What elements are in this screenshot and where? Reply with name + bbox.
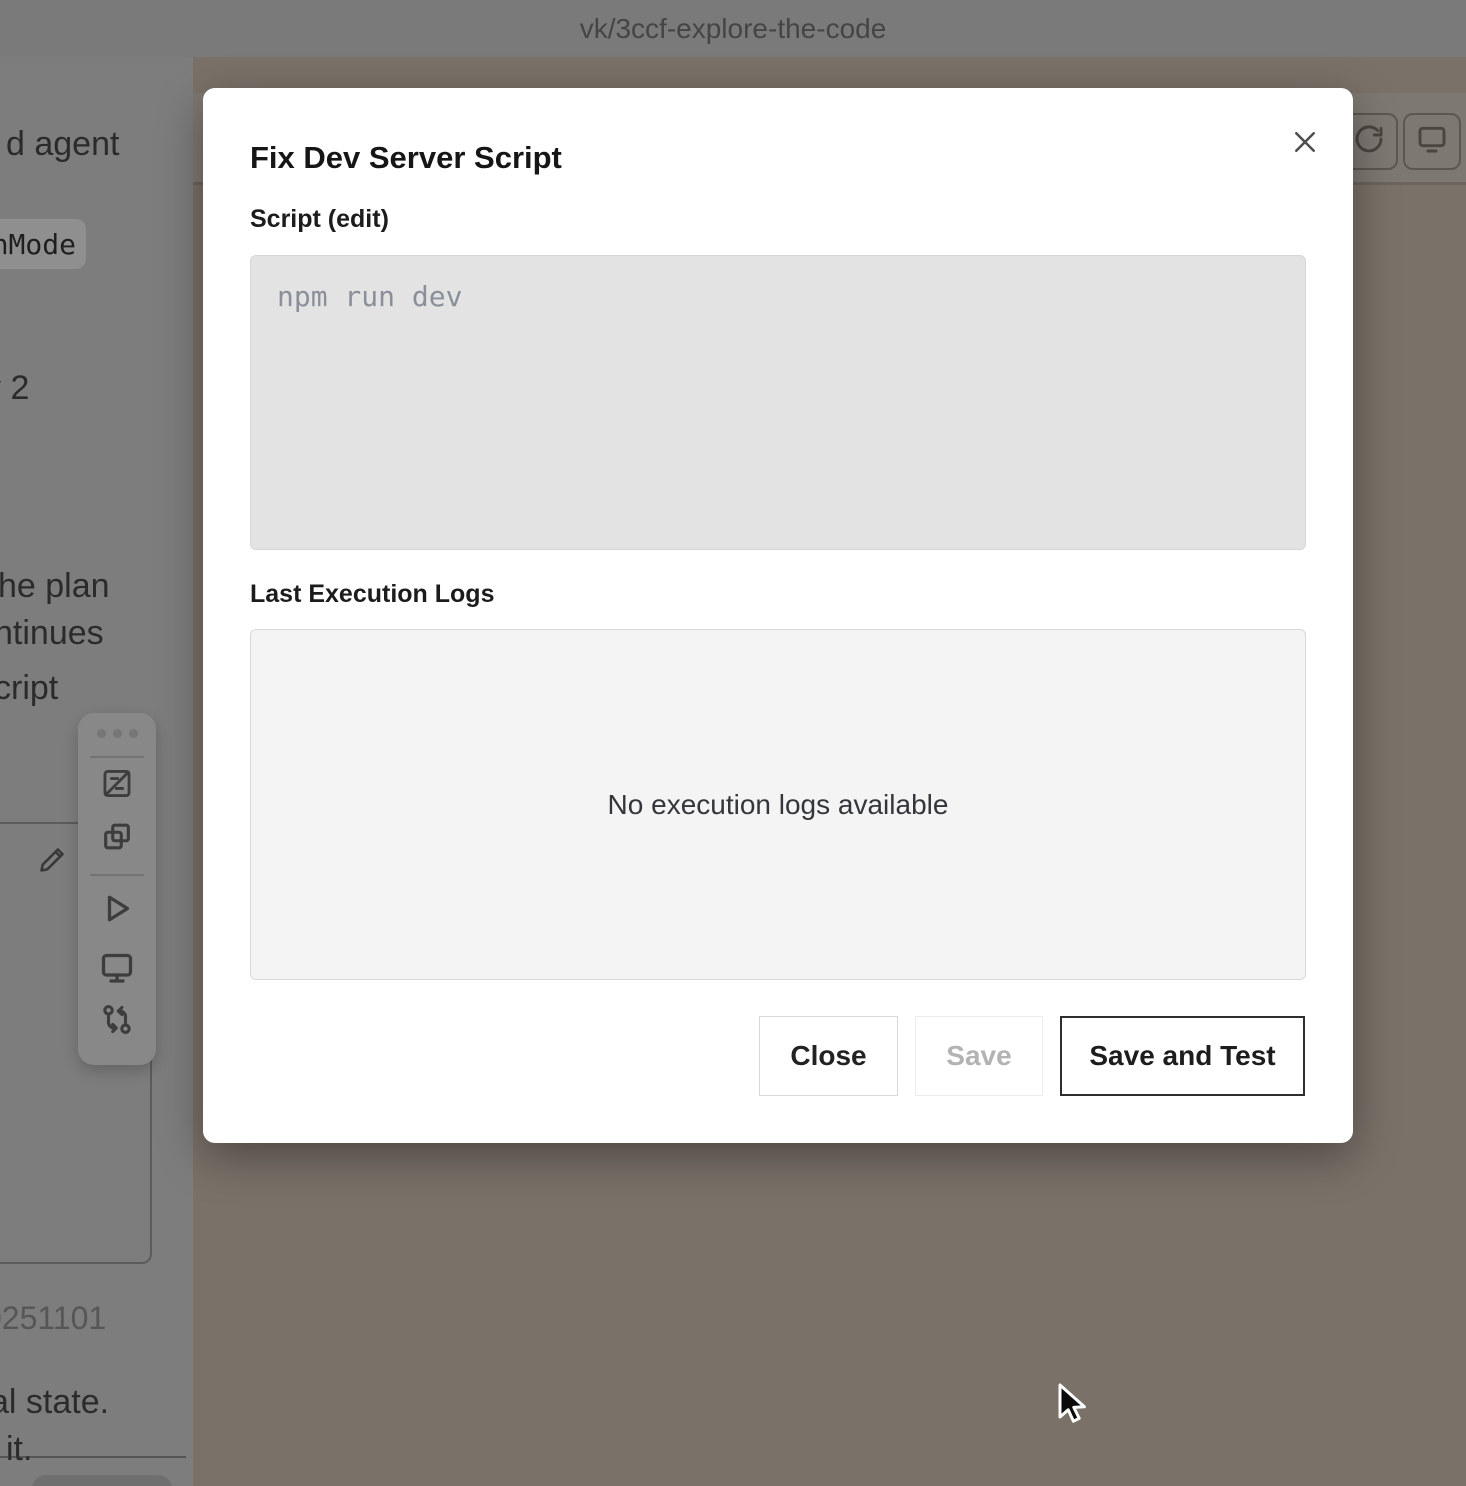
clipped-button: [32, 1475, 172, 1486]
window-titlebar: vk/3ccf-explore-the-code: [0, 0, 1466, 57]
execution-logs-panel: No execution logs available: [250, 629, 1306, 980]
logs-label: Last Execution Logs: [250, 580, 495, 608]
pencil-icon: [38, 846, 66, 879]
clipped-text: ntinues: [0, 614, 104, 652]
save-and-test-button[interactable]: Save and Test: [1060, 1016, 1305, 1096]
clipped-text: al state.: [0, 1383, 110, 1421]
dialog-actions: Close Save Save and Test: [203, 1016, 1305, 1096]
close-button[interactable]: Close: [759, 1016, 898, 1096]
drag-handle-icon: [78, 729, 156, 738]
close-icon[interactable]: [1277, 114, 1333, 170]
script-label: Script (edit): [250, 205, 389, 233]
toolbar-divider: [90, 874, 144, 876]
copy-icon: [100, 820, 134, 859]
dialog-title: Fix Dev Server Script: [250, 140, 562, 175]
monitor-icon: [1416, 123, 1448, 160]
save-button: Save: [915, 1016, 1043, 1096]
clipped-timestamp: 0251101: [0, 1300, 107, 1336]
script-input[interactable]: [250, 255, 1306, 550]
clipped-text: he plan: [0, 567, 110, 605]
clipped-text: y 2: [0, 369, 30, 407]
clipped-text: cript: [0, 669, 59, 707]
fix-dev-server-dialog: Fix Dev Server Script Script (edit) Last…: [203, 88, 1353, 1143]
play-icon: [99, 891, 135, 932]
panel-divider: [0, 1456, 186, 1458]
monitor-icon: [99, 950, 135, 991]
logs-empty-message: No execution logs available: [607, 788, 949, 820]
refresh-icon: [1353, 123, 1385, 160]
floating-toolbar: [78, 713, 156, 1065]
inline-code-pill: nMode: [0, 219, 86, 269]
git-compare-icon: [100, 1003, 134, 1042]
clipped-text: d agent: [6, 125, 120, 163]
mouse-cursor: [1052, 1382, 1092, 1431]
logo-icon: [100, 767, 134, 806]
backdrop-left-panel: d agent nMode y 2 he plan ntinues cript: [0, 57, 193, 1486]
window-title: vk/3ccf-explore-the-code: [579, 12, 887, 44]
clipped-text: it.: [6, 1430, 33, 1468]
monitor-button: [1403, 113, 1461, 170]
toolbar-divider: [90, 756, 144, 758]
